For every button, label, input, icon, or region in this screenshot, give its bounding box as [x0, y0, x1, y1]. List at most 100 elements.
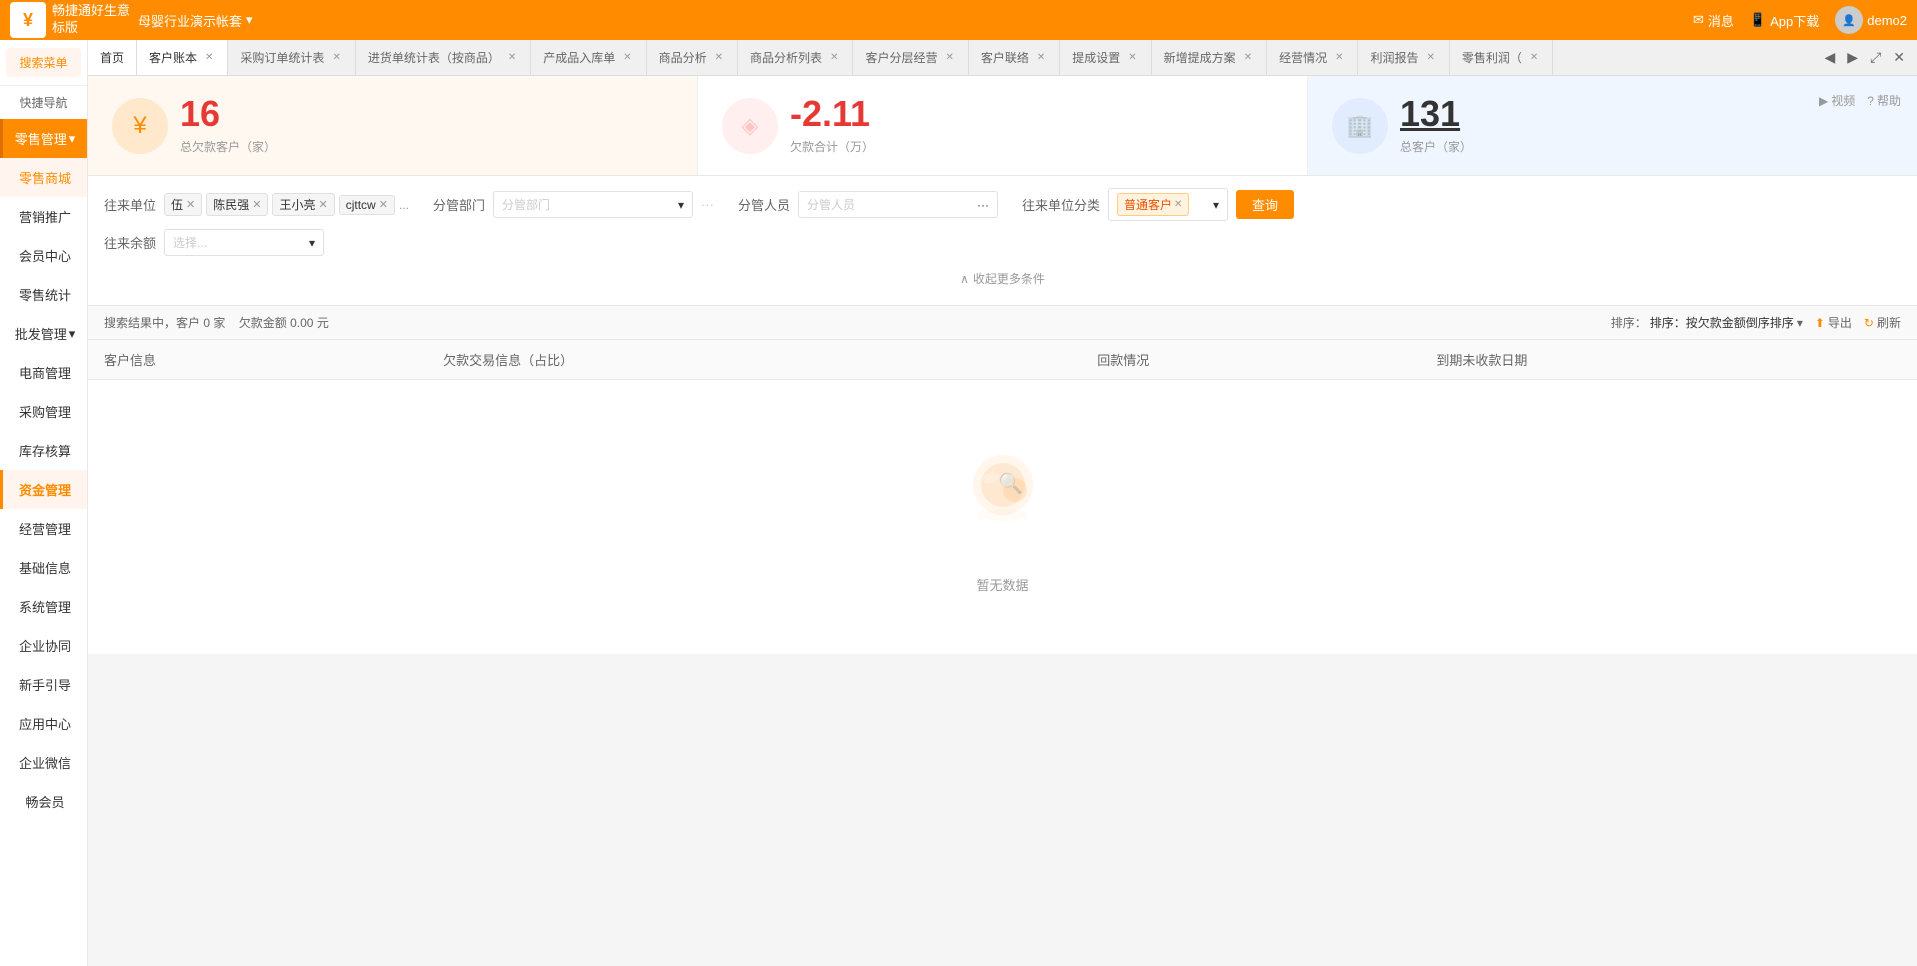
results-summary: 搜索结果中，客户 0 家 欠款金额 0.00 元: [104, 314, 329, 331]
tab-close-customer-contact[interactable]: ✕: [1035, 51, 1047, 64]
tag-cjttcw-close[interactable]: ✕: [379, 198, 388, 211]
sidebar-item-operations[interactable]: 经营管理: [0, 509, 87, 548]
sidebar-item-member[interactable]: 会员中心: [0, 236, 87, 275]
tag-wang-close[interactable]: ✕: [319, 198, 328, 211]
sidebar-item-purchase[interactable]: 采购管理: [0, 392, 87, 431]
tab-close-promo[interactable]: ✕: [1126, 51, 1138, 64]
tab-production[interactable]: 产成品入库单 ✕: [531, 40, 646, 76]
category-tag-normal[interactable]: 普通客户 ✕: [1117, 193, 1189, 216]
stat-bg-circle-orange: ¥: [112, 98, 168, 154]
tab-profit-report[interactable]: 利润报告 ✕: [1358, 40, 1449, 76]
help-btn[interactable]: ? 帮助: [1867, 92, 1901, 109]
sidebar-item-marketing[interactable]: 营销推广: [0, 197, 87, 236]
results-text: 搜索结果中，客户 0 家 欠款金额 0.00 元: [104, 314, 329, 331]
retail-profit-label: 零售利润（: [1462, 49, 1522, 66]
manager-select[interactable]: 分管人员 ···: [798, 191, 998, 218]
collapse-label: 收起更多条件: [973, 270, 1045, 287]
sidebar-member-label: 会员中心: [19, 249, 71, 264]
category-normal-text: 普通客户: [1124, 196, 1172, 213]
sidebar-item-wholesale[interactable]: 批发管理 ▾: [0, 314, 87, 353]
tab-retail-profit[interactable]: 零售利润（ ✕: [1450, 40, 1553, 76]
message-icon: ✉: [1693, 12, 1704, 28]
accounts-label: 客户账本: [149, 49, 197, 66]
sidebar-retail-stats-label: 零售统计: [19, 288, 71, 303]
export-label: 导出: [1828, 314, 1852, 331]
sidebar-item-enterprise-coop[interactable]: 企业协同: [0, 626, 87, 665]
quick-nav-btn[interactable]: 快捷导航: [0, 86, 87, 119]
chevron-down-icon: ▾: [69, 131, 76, 147]
sidebar-item-app-center[interactable]: 应用中心: [0, 704, 87, 743]
sidebar-item-finance[interactable]: 资金管理: [0, 470, 87, 509]
tab-customer-contact[interactable]: 客户联络 ✕: [969, 40, 1060, 76]
tab-close-profit[interactable]: ✕: [1425, 51, 1437, 64]
export-btn[interactable]: ⬆ 导出: [1815, 314, 1852, 331]
svg-text:🔍: 🔍: [998, 470, 1023, 495]
app-download-btn[interactable]: 📱 App下载: [1750, 11, 1819, 30]
unit-tag-cjttcw[interactable]: cjttcw ✕: [339, 195, 395, 215]
balance-select[interactable]: 选择... ▾: [164, 229, 324, 256]
tab-purchase-orders[interactable]: 采购订单统计表 ✕: [228, 40, 355, 76]
sidebar-item-ecommerce[interactable]: 电商管理: [0, 353, 87, 392]
tag-chen-close[interactable]: ✕: [252, 198, 261, 211]
tab-purchase-stats[interactable]: 进货单统计表（按商品） ✕: [356, 40, 531, 76]
sidebar-item-basic[interactable]: 基础信息: [0, 548, 87, 587]
tab-new-promo[interactable]: 新增提成方案 ✕: [1152, 40, 1267, 76]
tab-close-goods-list[interactable]: ✕: [828, 51, 840, 64]
stat-credit-total-label: 欠款合计（万）: [790, 138, 874, 155]
tab-customer-tier[interactable]: 客户分层经营 ✕: [853, 40, 968, 76]
tab-close-purchase[interactable]: ✕: [330, 51, 342, 64]
home-label: 首页: [100, 49, 124, 66]
unit-tag-wu[interactable]: 伍 ✕: [164, 193, 202, 216]
tab-close-business[interactable]: ✕: [1333, 51, 1345, 64]
user-menu[interactable]: 👤 demo2: [1835, 6, 1907, 34]
sidebar-item-retail[interactable]: 零售管理 ▾: [0, 119, 87, 158]
account-dropdown[interactable]: 母婴行业演示帐套 ▾: [138, 11, 253, 30]
tab-goods-analysis[interactable]: 商品分析 ✕: [647, 40, 738, 76]
tab-home[interactable]: 首页: [88, 40, 137, 76]
dept-filter-label: 分管部门: [433, 195, 485, 214]
table-header: 客户信息 欠款交易信息（占比） 回款情况 到期未收款日期: [88, 340, 1917, 380]
search-menu-btn[interactable]: 搜索菜单: [6, 48, 81, 77]
tab-business-status[interactable]: 经营情况 ✕: [1267, 40, 1358, 76]
video-label: 视频: [1831, 92, 1855, 109]
category-select[interactable]: 普通客户 ✕ ▾: [1108, 188, 1228, 221]
sidebar-item-retail-stats[interactable]: 零售统计: [0, 275, 87, 314]
dept-select[interactable]: 分管部门 ▾: [493, 191, 693, 218]
sort-select[interactable]: 排序： 排序：按欠款金额倒序排序 ▾: [1611, 314, 1803, 331]
tab-close-purchase-stats[interactable]: ✕: [506, 51, 518, 64]
tab-accounts[interactable]: 客户账本 ✕: [137, 40, 228, 76]
video-btn[interactable]: ▶ 视频: [1819, 92, 1855, 109]
tab-goods-analysis-list[interactable]: 商品分析列表 ✕: [738, 40, 853, 76]
chevron-down-icon2: ···: [977, 198, 989, 212]
tab-close-goods[interactable]: ✕: [713, 51, 725, 64]
tab-next-btn[interactable]: ▶: [1843, 47, 1862, 68]
logo-text: 畅捷通好生意 标版: [52, 3, 130, 37]
tab-close-retail-profit[interactable]: ✕: [1528, 51, 1540, 64]
unit-more-btn[interactable]: ...: [399, 198, 409, 212]
stat-total-customers-number: 131: [1400, 96, 1472, 132]
query-btn[interactable]: 查询: [1236, 190, 1294, 219]
sidebar-item-enterprise-wechat[interactable]: 企业微信: [0, 743, 87, 782]
tab-close-production[interactable]: ✕: [621, 51, 633, 64]
tab-close-accounts[interactable]: ✕: [203, 51, 215, 64]
tab-prev-btn[interactable]: ◀: [1821, 47, 1840, 68]
chevron-down-icon4: ▾: [309, 236, 315, 250]
refresh-btn[interactable]: ↻ 刷新: [1864, 314, 1901, 331]
data-table: 客户信息 欠款交易信息（占比） 回款情况 到期未收款日期: [88, 340, 1917, 654]
message-btn[interactable]: ✉ 消息: [1693, 11, 1734, 30]
tab-close-customer-tier[interactable]: ✕: [943, 51, 955, 64]
sidebar-item-retail-mall[interactable]: 零售商城: [0, 158, 87, 197]
tab-close-all-btn[interactable]: ✕: [1889, 47, 1909, 68]
tab-close-new-promo[interactable]: ✕: [1242, 51, 1254, 64]
sidebar-item-new-guide[interactable]: 新手引导: [0, 665, 87, 704]
unit-tag-chen[interactable]: 陈民强 ✕: [206, 193, 268, 216]
sidebar-item-system[interactable]: 系统管理: [0, 587, 87, 626]
sidebar-item-inventory[interactable]: 库存核算: [0, 431, 87, 470]
unit-tag-wang[interactable]: 王小亮 ✕: [272, 193, 334, 216]
tab-maximize-btn[interactable]: ⤢: [1866, 47, 1885, 68]
category-tag-close[interactable]: ✕: [1174, 199, 1182, 210]
sidebar-item-vip-member[interactable]: 畅会员: [0, 782, 87, 821]
tab-promo-settings[interactable]: 提成设置 ✕: [1060, 40, 1151, 76]
tag-wu-close[interactable]: ✕: [186, 198, 195, 211]
collapse-btn[interactable]: ∧ 收起更多条件: [104, 264, 1901, 293]
